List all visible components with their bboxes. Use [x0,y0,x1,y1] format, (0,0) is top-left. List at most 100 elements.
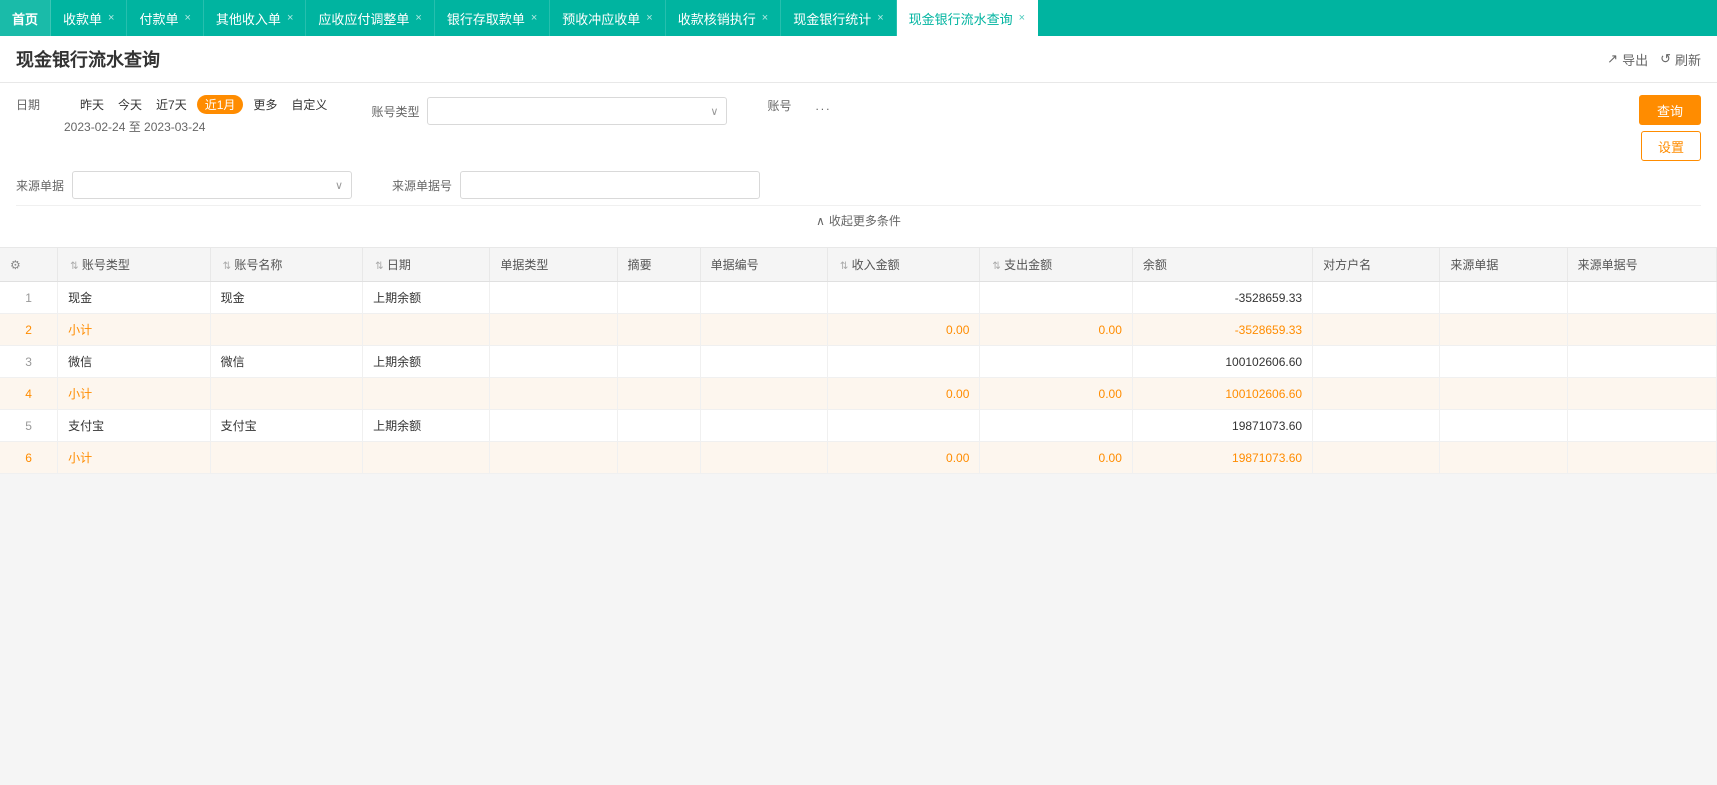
tab-close-icon[interactable]: × [184,12,190,24]
table-cell-gear: 6 [0,442,58,474]
col-header-summary: 摘要 [617,248,700,282]
table-cell-expense: 0.00 [980,378,1133,410]
data-table: ⚙⇅ 账号类型⇅ 账号名称⇅ 日期单据类型摘要单据编号⇅ 收入金额⇅ 支出金额余… [0,248,1717,474]
table-cell-voucher_no [700,282,827,314]
tab-close-icon[interactable]: × [287,12,293,24]
tab-close-icon[interactable]: × [1019,12,1025,24]
table-row: 5支付宝支付宝上期余额19871073.60 [0,410,1717,442]
date-option-1[interactable]: 今天 [114,95,146,114]
table-cell-source_voucher_no [1567,442,1716,474]
table-cell-balance: 100102606.60 [1132,378,1312,410]
table-cell-date: 上期余额 [363,410,490,442]
table-cell-counterpart [1313,282,1440,314]
tab-close-icon[interactable]: × [646,12,652,24]
col-header-source_voucher: 来源单据 [1440,248,1567,282]
table-cell-account_name [210,442,363,474]
nav-tab-4[interactable]: 银行存取款单× [435,0,550,36]
table-cell-voucher_type [490,442,617,474]
col-header-account_type[interactable]: ⇅ 账号类型 [58,248,211,282]
table-cell-source_voucher [1440,346,1567,378]
source-voucher-no-label: 来源单据号 [392,177,452,194]
date-option-3[interactable]: 近1月 [197,95,244,114]
table-cell-source_voucher_no [1567,314,1716,346]
table-cell-account_name [210,314,363,346]
col-header-expense[interactable]: ⇅ 支出金额 [980,248,1133,282]
account-more-dots[interactable]: ... [815,99,831,113]
table-cell-account_name: 现金 [210,282,363,314]
col-header-source_voucher_no: 来源单据号 [1567,248,1716,282]
table-cell-date [363,442,490,474]
table-cell-balance: 19871073.60 [1132,442,1312,474]
nav-tab-6[interactable]: 收款核销执行× [666,0,781,36]
table-cell-date: 上期余额 [363,282,490,314]
table-cell-income: 0.00 [827,378,980,410]
collapse-chevron-icon: ∧ [816,214,825,228]
table-cell-account_type: 微信 [58,346,211,378]
table-body: 1现金现金上期余额-3528659.332小计0.000.00-3528659.… [0,282,1717,474]
account-label: 账号 [767,97,807,114]
account-filter: 账号 ... [767,97,831,114]
date-option-4[interactable]: 更多 [249,95,281,114]
collapse-button[interactable]: ∧ 收起更多条件 [16,205,1701,235]
table-cell-summary [617,442,700,474]
account-type-select[interactable]: ∨ [427,97,727,125]
date-range: 2023-02-24 至 2023-03-24 [64,120,205,134]
nav-tab-1[interactable]: 付款单× [127,0,203,36]
tab-close-icon[interactable]: × [877,12,883,24]
table-header: ⚙⇅ 账号类型⇅ 账号名称⇅ 日期单据类型摘要单据编号⇅ 收入金额⇅ 支出金额余… [0,248,1717,282]
date-option-2[interactable]: 近7天 [152,95,191,114]
date-label: 日期 [16,96,56,113]
source-voucher-no-input[interactable] [460,171,760,199]
col-header-income[interactable]: ⇅ 收入金额 [827,248,980,282]
table-cell-balance: -3528659.33 [1132,314,1312,346]
nav-tab-5[interactable]: 预收冲应收单× [550,0,665,36]
table-row: 4小计0.000.00100102606.60 [0,378,1717,410]
tab-close-icon[interactable]: × [415,12,421,24]
date-option-5[interactable]: 自定义 [287,95,331,114]
query-button[interactable]: 查询 [1639,95,1701,125]
table-row: 1现金现金上期余额-3528659.33 [0,282,1717,314]
refresh-icon: ↺ [1660,51,1671,67]
tab-close-icon[interactable]: × [108,12,114,24]
table-cell-gear: 4 [0,378,58,410]
query-settings-area: 查询 设置 [1639,95,1701,161]
table-cell-gear: 2 [0,314,58,346]
table-cell-gear: 1 [0,282,58,314]
table-cell-income: 0.00 [827,442,980,474]
nav-tab-0[interactable]: 收款单× [51,0,127,36]
refresh-button[interactable]: ↺ 刷新 [1660,50,1701,69]
page-title: 现金银行流水查询 [16,46,160,72]
col-header-account_name[interactable]: ⇅ 账号名称 [210,248,363,282]
account-type-label: 账号类型 [371,103,419,120]
gear-icon[interactable]: ⚙ [10,258,21,272]
tab-close-icon[interactable]: × [531,12,537,24]
col-header-voucher_no: 单据编号 [700,248,827,282]
nav-tab-7[interactable]: 现金银行统计× [781,0,896,36]
table-cell-voucher_type [490,410,617,442]
table-cell-source_voucher [1440,410,1567,442]
table-cell-balance: 100102606.60 [1132,346,1312,378]
table-row: 6小计0.000.0019871073.60 [0,442,1717,474]
nav-tab-3[interactable]: 应收应付调整单× [306,0,434,36]
export-button[interactable]: ↗ 导出 [1607,50,1648,69]
nav-tab-2[interactable]: 其他收入单× [204,0,306,36]
nav-home[interactable]: 首页 [0,0,51,36]
col-header-date[interactable]: ⇅ 日期 [363,248,490,282]
table-cell-counterpart [1313,346,1440,378]
table-cell-expense [980,282,1133,314]
settings-button[interactable]: 设置 [1641,131,1701,161]
table-cell-date [363,314,490,346]
table-cell-source_voucher_no [1567,282,1716,314]
table-container: ⚙⇅ 账号类型⇅ 账号名称⇅ 日期单据类型摘要单据编号⇅ 收入金额⇅ 支出金额余… [0,248,1717,474]
table-cell-source_voucher [1440,314,1567,346]
table-cell-counterpart [1313,442,1440,474]
nav-tab-8[interactable]: 现金银行流水查询× [897,0,1038,36]
table-cell-voucher_type [490,346,617,378]
table-cell-voucher_type [490,314,617,346]
tab-close-icon[interactable]: × [762,12,768,24]
source-voucher-select[interactable]: ∨ [72,171,352,199]
col-header-balance: 余额 [1132,248,1312,282]
table-cell-gear: 5 [0,410,58,442]
table-cell-account_type: 小计 [58,378,211,410]
date-option-0[interactable]: 昨天 [76,95,108,114]
